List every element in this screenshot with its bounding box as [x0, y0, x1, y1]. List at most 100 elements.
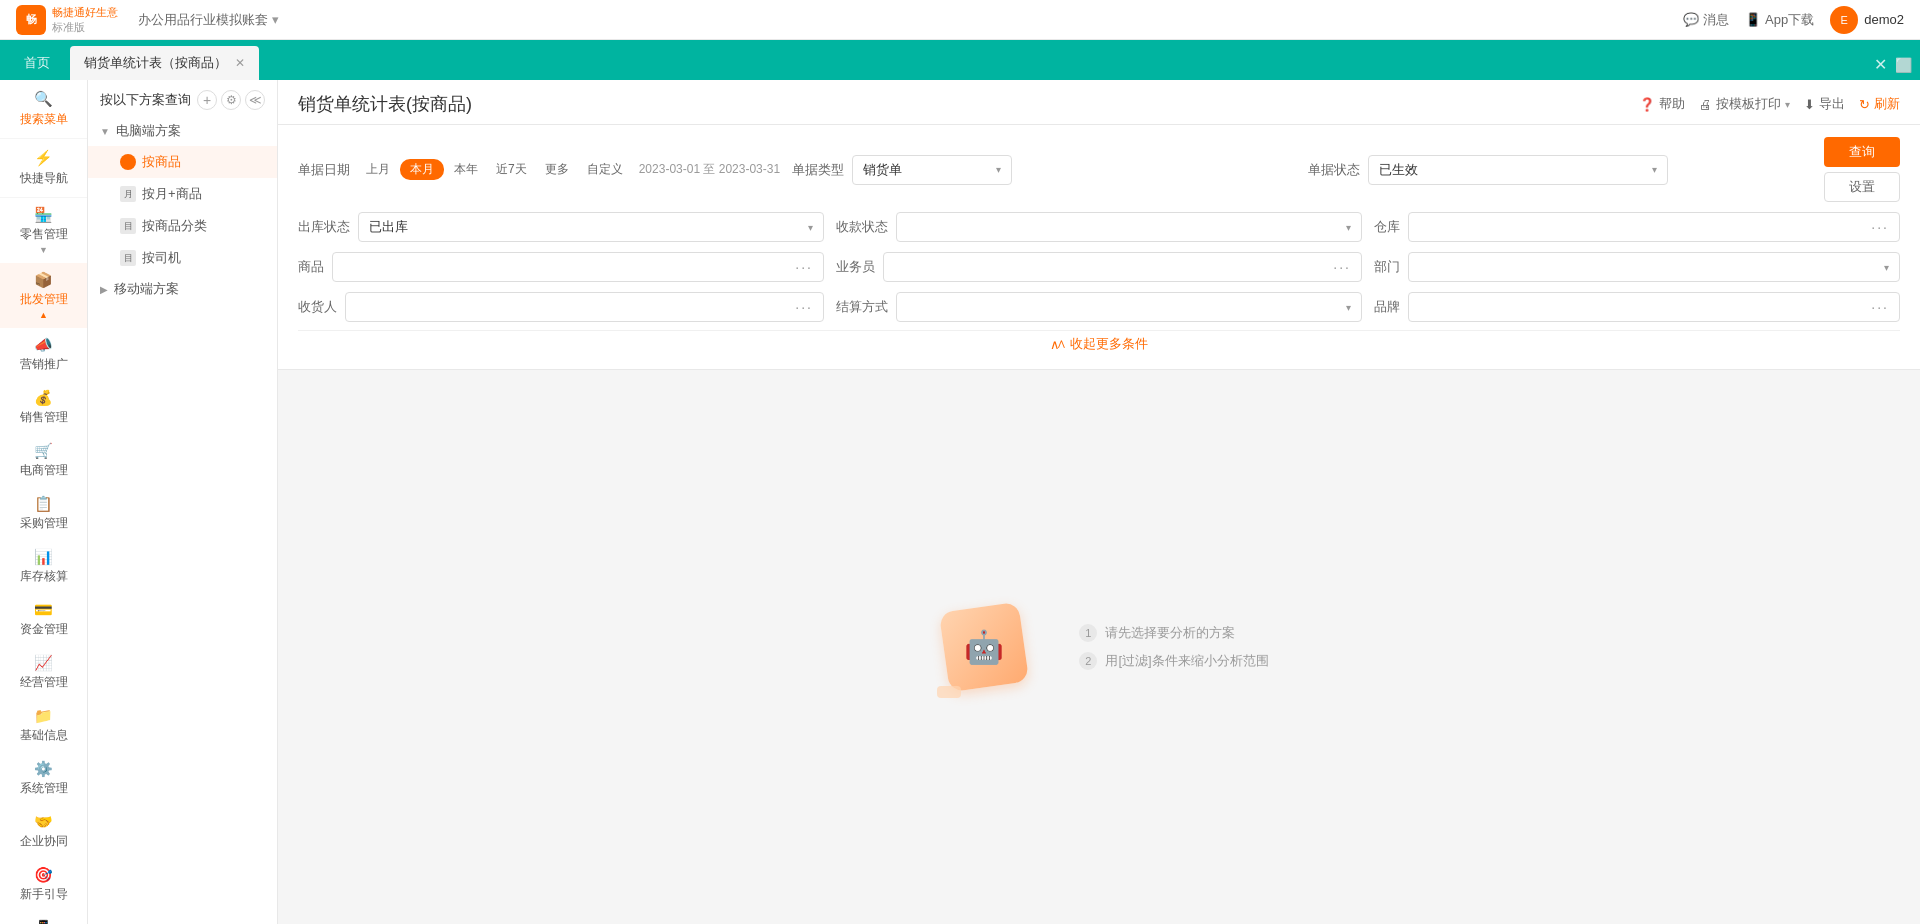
tab-home[interactable]: 首页 [8, 46, 66, 80]
print-chevron-icon: ▾ [1785, 99, 1790, 110]
empty-state: 🤖 1 请先选择要分析的方案 2 用[过滤]条件来缩小分析范围 [929, 592, 1268, 702]
payment-method-label: 结算方式 [836, 298, 888, 316]
brand-dots-icon: ··· [1871, 299, 1889, 315]
main-content: 🤖 1 请先选择要分析的方案 2 用[过滤]条件来缩小分析范围 [278, 370, 1920, 924]
sidebar-item-basic[interactable]: 📁 基础信息 [0, 699, 87, 752]
message-btn[interactable]: 💬 消息 [1683, 11, 1729, 29]
sidebar-item-system[interactable]: ⚙️ 系统管理 [0, 752, 87, 805]
tree-item-by-brand[interactable]: 目 按司机 [88, 242, 277, 274]
sidebar-item-inventory[interactable]: 📊 库存核算 [0, 540, 87, 593]
refresh-btn[interactable]: ↻ 刷新 [1859, 95, 1900, 113]
logo-icon: 畅 [16, 5, 46, 35]
warehouse-input[interactable]: ··· [1408, 212, 1900, 242]
help-icon: ❓ [1639, 97, 1655, 112]
refresh-icon: ↻ [1859, 97, 1870, 112]
sidebar-item-ecommerce[interactable]: 🛒 电商管理 [0, 434, 87, 487]
avatar: E [1830, 6, 1858, 34]
download-icon: 📱 [1745, 12, 1761, 27]
staff-dots-icon: ··· [1333, 259, 1351, 275]
tab-close-icon[interactable]: ✕ [235, 56, 245, 70]
maximize-icon[interactable]: ⬜ [1895, 57, 1912, 73]
sidebar-item-quick-nav[interactable]: ⚡ 快捷导航 [0, 139, 87, 198]
help-btn[interactable]: ❓ 帮助 [1639, 95, 1685, 113]
print-btn[interactable]: 🖨 按模板打印 ▾ [1699, 95, 1790, 113]
date-tab-more[interactable]: 更多 [537, 159, 577, 180]
doc-status-select[interactable]: 已生效 ▾ [1368, 155, 1668, 185]
tree-item-by-month-product[interactable]: 月 按月+商品 [88, 178, 277, 210]
date-tab-this-year[interactable]: 本年 [446, 159, 486, 180]
sidebar-item-sales[interactable]: 💰 销售管理 [0, 381, 87, 434]
logo-area: 畅 畅捷通好生意 标准版 [16, 5, 118, 35]
sidebar-item-search-menu[interactable]: 🔍 搜索菜单 [0, 80, 87, 139]
collapse-filter-btn[interactable]: ∧ ∧ 收起更多条件 [298, 330, 1900, 357]
print-icon: 🖨 [1699, 97, 1712, 112]
warehouse-status-select[interactable]: 已出库 ▾ [358, 212, 824, 242]
dept-label: 部门 [1374, 258, 1400, 276]
brand-input[interactable]: ··· [1408, 292, 1900, 322]
enterprise-icon: 🤝 [34, 813, 53, 831]
sidebar-item-marketing[interactable]: 📣 营销推广 [0, 328, 87, 381]
tree-desktop-header[interactable]: ▼ 电脑端方案 [88, 116, 277, 146]
finance-icon: 💳 [34, 601, 53, 619]
export-btn[interactable]: ⬇ 导出 [1804, 95, 1845, 113]
settings-button[interactable]: 设置 [1824, 172, 1900, 202]
status-select-arrow-icon: ▾ [1652, 164, 1657, 175]
brand-label: 品牌 [1374, 298, 1400, 316]
user-area[interactable]: E demo2 [1830, 6, 1904, 34]
left-panel-title: 按以下方案查询 [100, 91, 191, 109]
sidebar-item-purchase[interactable]: 📋 采购管理 [0, 487, 87, 540]
basic-icon: 📁 [34, 707, 53, 725]
page-header: 销货单统计表(按商品) ❓ 帮助 🖨 按模板打印 ▾ ⬇ 导出 ↻ 刷新 [278, 80, 1920, 125]
filter-panel: 单据日期 上月 本月 本年 近7天 更多 自定义 2023-03-01 至 20… [278, 125, 1920, 370]
product-dots-icon: ··· [795, 259, 813, 275]
left-panel: 按以下方案查询 + ⚙ ≪ ▼ 电脑端方案 按商品 月 按月+商品 目 [88, 80, 278, 924]
sidebar-item-guide[interactable]: 🎯 新手引导 [0, 858, 87, 911]
ecommerce-icon: 🛒 [34, 442, 53, 460]
tree-item-by-product[interactable]: 按商品 [88, 146, 277, 178]
warehouse-select-arrow-icon: ▾ [808, 222, 813, 233]
export-icon: ⬇ [1804, 97, 1815, 112]
empty-illustration: 🤖 [929, 592, 1039, 702]
sidebar-item-enterprise[interactable]: 🤝 企业协同 [0, 805, 87, 858]
doc-type-select[interactable]: 销货单 ▾ [852, 155, 1012, 185]
sidebar-item-operations[interactable]: 📈 经营管理 [0, 646, 87, 699]
tree-mobile-header[interactable]: ▶ 移动端方案 [88, 274, 277, 304]
doc-status-label: 单据状态 [1308, 161, 1360, 179]
app-download-btn[interactable]: 📱 App下载 [1745, 11, 1814, 29]
settings-scheme-btn[interactable]: ⚙ [221, 90, 241, 110]
product-input[interactable]: ··· [332, 252, 824, 282]
sidebar-item-wholesale[interactable]: 📦 批发管理 ▲ [0, 263, 87, 328]
month-icon: 月 [120, 186, 136, 202]
date-tab-custom[interactable]: 自定义 [579, 159, 631, 180]
close-window-icon[interactable]: ✕ [1874, 55, 1887, 74]
date-tab-last-month[interactable]: 上月 [358, 159, 398, 180]
empty-tip-1: 请先选择要分析的方案 [1105, 624, 1235, 642]
collapse-panel-btn[interactable]: ≪ [245, 90, 265, 110]
tree-item-by-category[interactable]: 目 按商品分类 [88, 210, 277, 242]
marketing-icon: 📣 [34, 336, 53, 354]
payment-status-select[interactable]: ▾ [896, 212, 1362, 242]
message-icon: 💬 [1683, 12, 1699, 27]
date-label: 单据日期 [298, 161, 350, 179]
system-icon: ⚙️ [34, 760, 53, 778]
inventory-icon: 📊 [34, 548, 53, 566]
payment-select-arrow-icon: ▾ [1346, 222, 1351, 233]
sidebar-item-retail[interactable]: 🏪 零售管理 ▼ [0, 198, 87, 263]
payment-method-select[interactable]: ▾ [896, 292, 1362, 322]
date-tab-7days[interactable]: 近7天 [488, 159, 535, 180]
date-tab-this-month[interactable]: 本月 [400, 159, 444, 180]
select-arrow-icon: ▾ [996, 164, 1001, 175]
tab-stats[interactable]: 销货单统计表（按商品） ✕ [70, 46, 259, 80]
add-scheme-btn[interactable]: + [197, 90, 217, 110]
dept-select[interactable]: ▾ [1408, 252, 1900, 282]
doc-type-label: 单据类型 [792, 161, 844, 179]
category-icon: 目 [120, 218, 136, 234]
sidebar: 🔍 搜索菜单 ⚡ 快捷导航 🏪 零售管理 ▼ 📦 批发管理 ▲ 📣 营销推广 💰… [0, 80, 88, 924]
industry-selector[interactable]: 办公用品行业模拟账套 ▾ [138, 11, 279, 29]
staff-input[interactable]: ··· [883, 252, 1362, 282]
page-title: 销货单统计表(按商品) [298, 92, 472, 116]
query-button[interactable]: 查询 [1824, 137, 1900, 167]
receiver-input[interactable]: ··· [345, 292, 824, 322]
sidebar-item-app-center[interactable]: 📱 应用中心 [0, 911, 87, 924]
sidebar-item-finance[interactable]: 💳 资金管理 [0, 593, 87, 646]
